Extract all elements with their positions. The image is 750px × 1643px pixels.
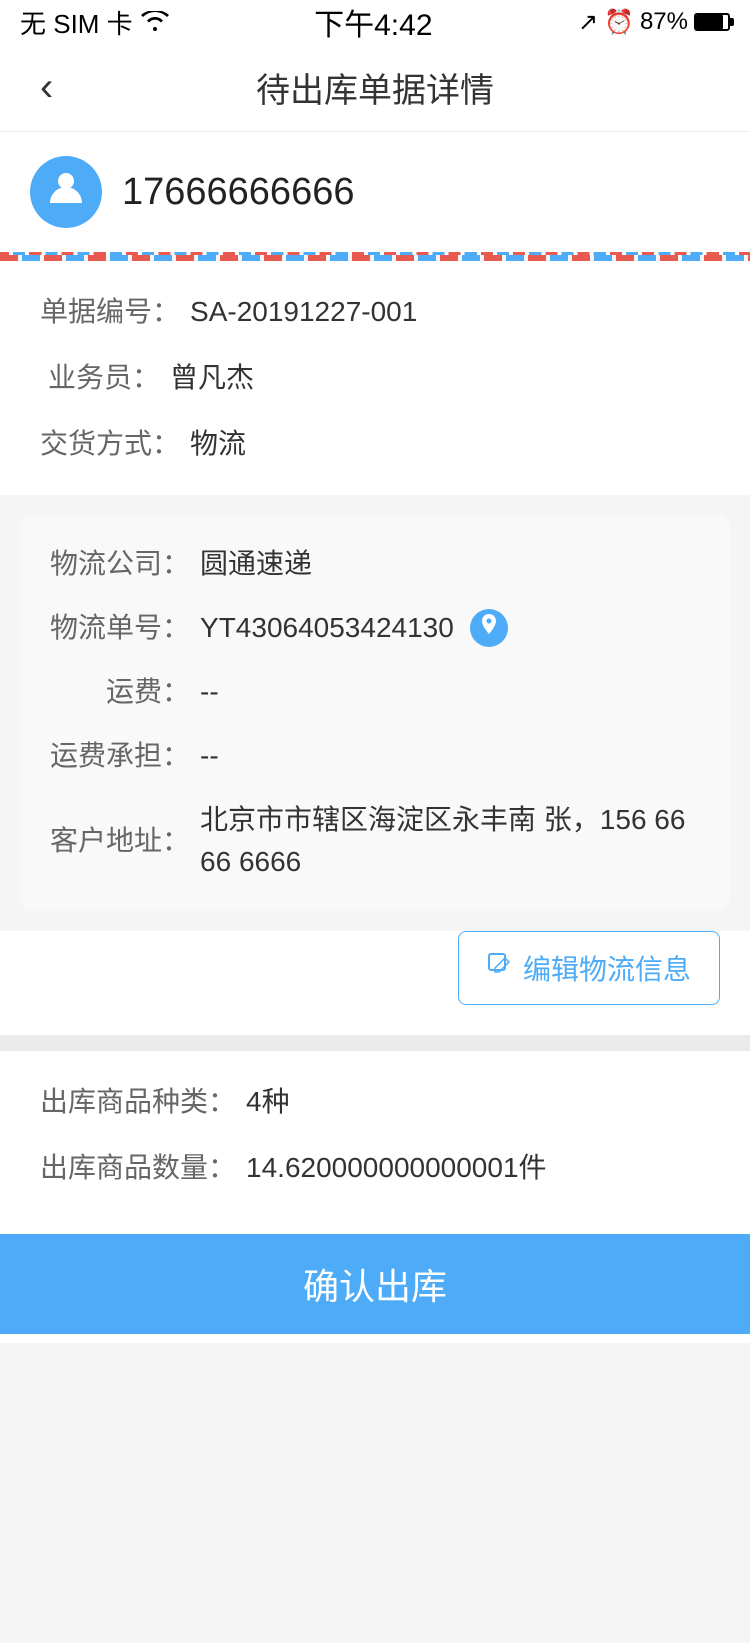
carrier-text: 无 SIM 卡 bbox=[20, 4, 133, 41]
order-no-label: 单据编号： bbox=[40, 291, 190, 333]
map-pin-icon bbox=[479, 612, 499, 645]
order-no-row: 单据编号： SA-20191227-001 bbox=[40, 291, 710, 333]
delivery-value: 物流 bbox=[190, 423, 710, 465]
nav-bar: ‹ 待出库单据详情 bbox=[0, 44, 750, 132]
confirm-outbound-button[interactable]: 确认出库 bbox=[0, 1234, 750, 1334]
goods-quantity-value: 14.620000000000001件 bbox=[246, 1147, 710, 1189]
status-time: 下午4:42 bbox=[314, 0, 432, 44]
tracking-value: YT43064053424130 bbox=[200, 607, 454, 649]
tracking-value-container: YT43064053424130 bbox=[200, 607, 700, 649]
bottom-spacer bbox=[0, 1343, 750, 1543]
user-icon bbox=[46, 167, 86, 217]
goods-type-label: 出库商品种类： bbox=[40, 1081, 246, 1123]
logistics-company-value: 圆通速递 bbox=[200, 543, 700, 585]
salesman-label: 业务员： bbox=[40, 357, 170, 399]
goods-type-value: 4种 bbox=[246, 1081, 710, 1123]
freight-label: 运费： bbox=[50, 671, 200, 713]
location-status-icon: ↗ bbox=[578, 8, 598, 37]
logistics-company-row: 物流公司： 圆通速递 bbox=[50, 543, 700, 585]
tracking-label: 物流单号： bbox=[50, 607, 200, 649]
wifi-icon bbox=[141, 7, 169, 38]
status-right: ↗ ⏰ 87% bbox=[578, 8, 730, 37]
delivery-label: 交货方式： bbox=[40, 423, 190, 465]
phone-header: 17666666666 bbox=[0, 132, 750, 255]
salesman-row: 业务员： 曾凡杰 bbox=[40, 357, 710, 399]
status-bar: 无 SIM 卡 下午4:42 ↗ ⏰ 87% bbox=[0, 0, 750, 44]
basic-info-section: 单据编号： SA-20191227-001 业务员： 曾凡杰 交货方式： 物流 bbox=[0, 261, 750, 495]
goods-quantity-row: 出库商品数量： 14.620000000000001件 bbox=[40, 1147, 710, 1189]
back-button[interactable]: ‹ bbox=[30, 55, 63, 120]
goods-section: 出库商品种类： 4种 出库商品数量： 14.620000000000001件 bbox=[0, 1051, 750, 1219]
edit-btn-container: 编辑物流信息 bbox=[0, 931, 750, 1035]
freight-bearer-label: 运费承担： bbox=[50, 735, 200, 777]
edit-icon bbox=[487, 952, 513, 985]
status-left: 无 SIM 卡 bbox=[20, 4, 169, 41]
tracking-row: 物流单号： YT43064053424130 bbox=[50, 607, 700, 649]
tracking-location-icon[interactable] bbox=[470, 609, 508, 647]
address-value: 北京市市辖区海淀区永丰南 张，156 6666 6666 bbox=[200, 799, 700, 883]
freight-bearer-value: -- bbox=[200, 735, 700, 777]
avatar bbox=[30, 156, 102, 228]
address-row: 客户地址： 北京市市辖区海淀区永丰南 张，156 6666 6666 bbox=[50, 799, 700, 883]
order-no-value: SA-20191227-001 bbox=[190, 291, 710, 333]
salesman-value: 曾凡杰 bbox=[170, 357, 710, 399]
alarm-icon: ⏰ bbox=[604, 8, 634, 37]
confirm-btn-label: 确认出库 bbox=[303, 1258, 447, 1310]
edit-logistics-label: 编辑物流信息 bbox=[523, 948, 691, 988]
goods-type-row: 出库商品种类： 4种 bbox=[40, 1081, 710, 1123]
page-title: 待出库单据详情 bbox=[256, 63, 494, 112]
freight-value: -- bbox=[200, 671, 700, 713]
battery-text: 87% bbox=[640, 8, 688, 36]
logistics-company-label: 物流公司： bbox=[50, 543, 200, 585]
freight-bearer-row: 运费承担： -- bbox=[50, 735, 700, 777]
section-divider bbox=[0, 1035, 750, 1051]
freight-row: 运费： -- bbox=[50, 671, 700, 713]
delivery-row: 交货方式： 物流 bbox=[40, 423, 710, 465]
battery-icon bbox=[694, 13, 730, 31]
edit-logistics-button[interactable]: 编辑物流信息 bbox=[458, 931, 720, 1005]
logistics-card: 物流公司： 圆通速递 物流单号： YT43064053424130 运费： -- bbox=[20, 515, 730, 911]
phone-number: 17666666666 bbox=[122, 171, 354, 214]
address-label: 客户地址： bbox=[50, 820, 200, 862]
goods-quantity-label: 出库商品数量： bbox=[40, 1147, 246, 1189]
